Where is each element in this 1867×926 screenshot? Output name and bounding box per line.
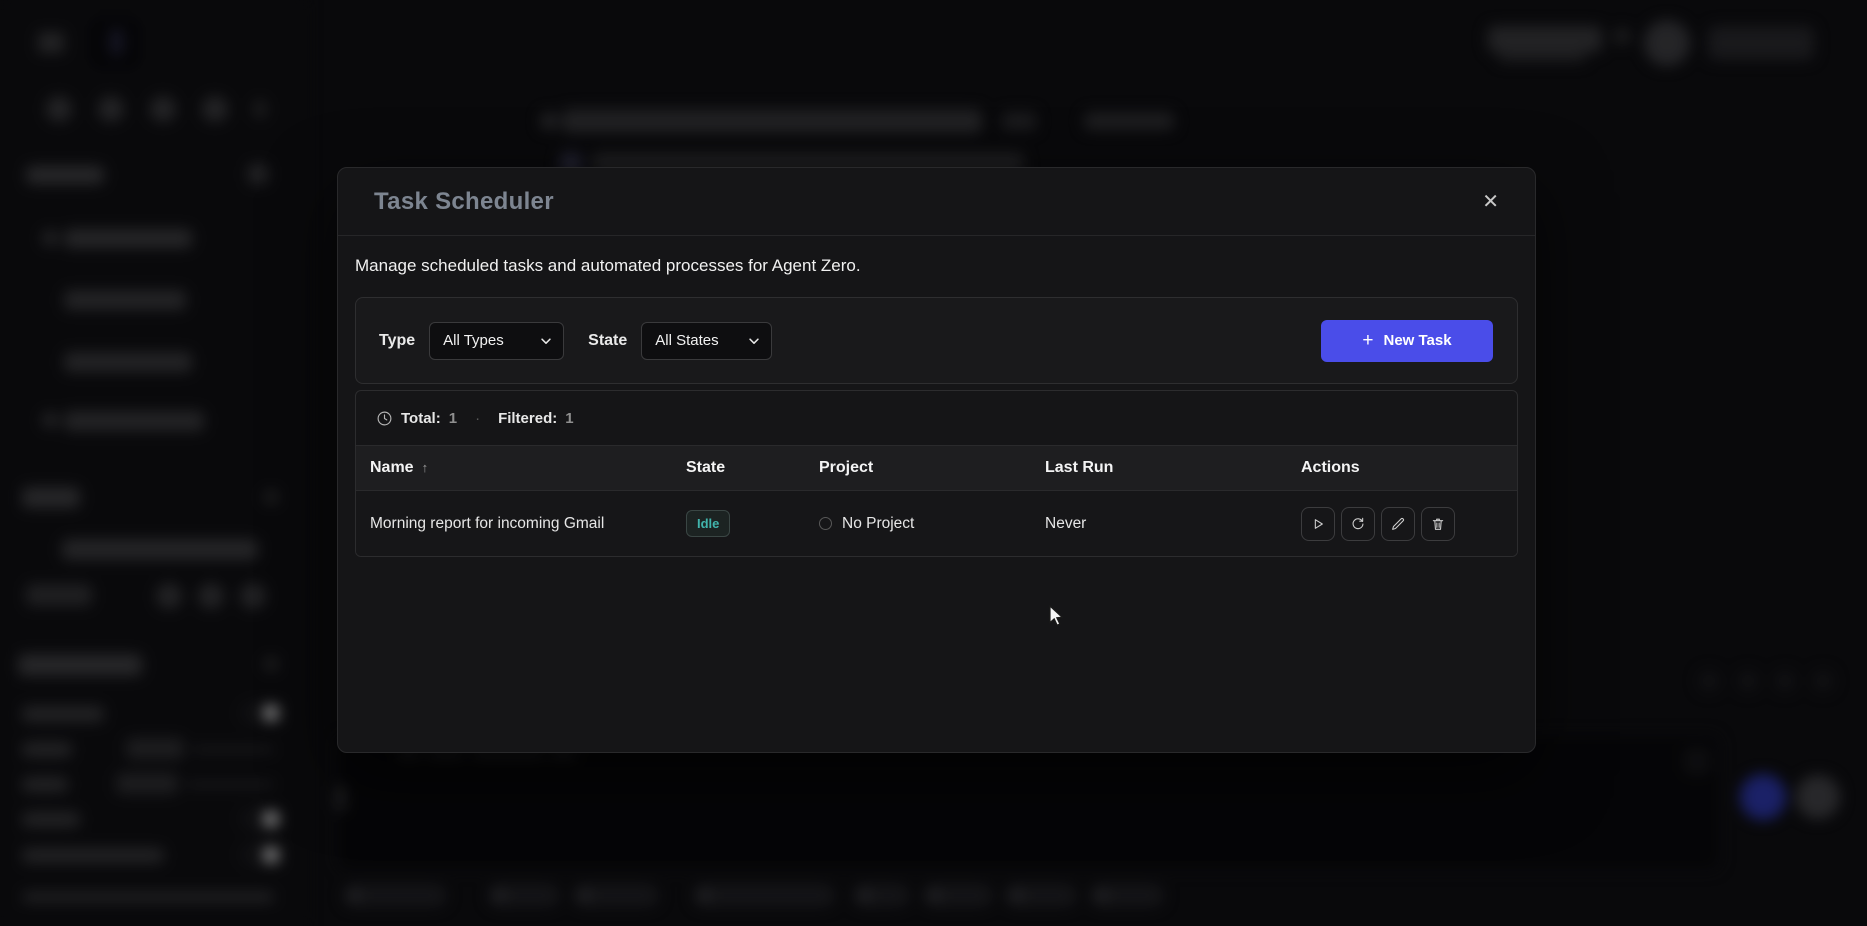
column-header-actions: Actions bbox=[1301, 459, 1501, 477]
column-header-name[interactable]: Name↑ bbox=[370, 459, 686, 477]
delete-task-button[interactable] bbox=[1421, 507, 1455, 541]
modal-title: Task Scheduler bbox=[374, 188, 554, 216]
actions-cell bbox=[1301, 507, 1501, 541]
refresh-icon bbox=[1350, 516, 1366, 532]
project-circle-icon bbox=[819, 517, 832, 530]
modal-subtitle: Manage scheduled tasks and automated pro… bbox=[355, 256, 1518, 276]
task-scheduler-modal: Task Scheduler ✕ Manage scheduled tasks … bbox=[337, 167, 1536, 753]
chevron-down-icon bbox=[747, 334, 761, 348]
edit-task-button[interactable] bbox=[1381, 507, 1415, 541]
filter-panel: Type All Types State All States + New Ta… bbox=[355, 297, 1518, 384]
state-filter-value: All States bbox=[655, 332, 718, 349]
modal-header: Task Scheduler ✕ bbox=[338, 168, 1535, 236]
chevron-down-icon bbox=[539, 334, 553, 348]
status-badge: Idle bbox=[686, 510, 730, 537]
reload-task-button[interactable] bbox=[1341, 507, 1375, 541]
run-task-button[interactable] bbox=[1301, 507, 1335, 541]
trash-icon bbox=[1430, 516, 1446, 532]
stats-separator: · bbox=[475, 410, 480, 427]
total-label: Total: bbox=[401, 410, 441, 427]
table-row[interactable]: Morning report for incoming Gmail Idle N… bbox=[356, 491, 1517, 556]
task-name: Morning report for incoming Gmail bbox=[370, 515, 686, 533]
stats-row: Total: 1 · Filtered: 1 bbox=[356, 391, 1517, 445]
state-filter-label: State bbox=[588, 332, 627, 350]
project-cell: No Project bbox=[819, 515, 1045, 533]
type-filter-label: Type bbox=[379, 332, 415, 350]
state-filter-select[interactable]: All States bbox=[641, 322, 772, 360]
last-run-value: Never bbox=[1045, 515, 1301, 533]
plus-icon: + bbox=[1362, 330, 1373, 352]
tasks-table: Total: 1 · Filtered: 1 Name↑ State Proje… bbox=[355, 390, 1518, 557]
table-header-row: Name↑ State Project Last Run Actions bbox=[356, 445, 1517, 491]
column-header-lastrun[interactable]: Last Run bbox=[1045, 459, 1301, 477]
new-task-label: New Task bbox=[1384, 332, 1452, 349]
column-header-state[interactable]: State bbox=[686, 459, 819, 477]
filtered-value: 1 bbox=[565, 410, 573, 427]
new-task-button[interactable]: + New Task bbox=[1321, 320, 1493, 362]
clock-icon bbox=[376, 410, 393, 427]
close-icon[interactable]: ✕ bbox=[1478, 188, 1503, 216]
filtered-label: Filtered: bbox=[498, 410, 557, 427]
type-filter-value: All Types bbox=[443, 332, 504, 349]
play-icon bbox=[1310, 516, 1326, 532]
project-name: No Project bbox=[842, 515, 914, 533]
column-header-project[interactable]: Project bbox=[819, 459, 1045, 477]
sort-asc-icon: ↑ bbox=[422, 460, 429, 475]
total-value: 1 bbox=[449, 410, 457, 427]
type-filter-select[interactable]: All Types bbox=[429, 322, 564, 360]
pencil-icon bbox=[1390, 516, 1406, 532]
